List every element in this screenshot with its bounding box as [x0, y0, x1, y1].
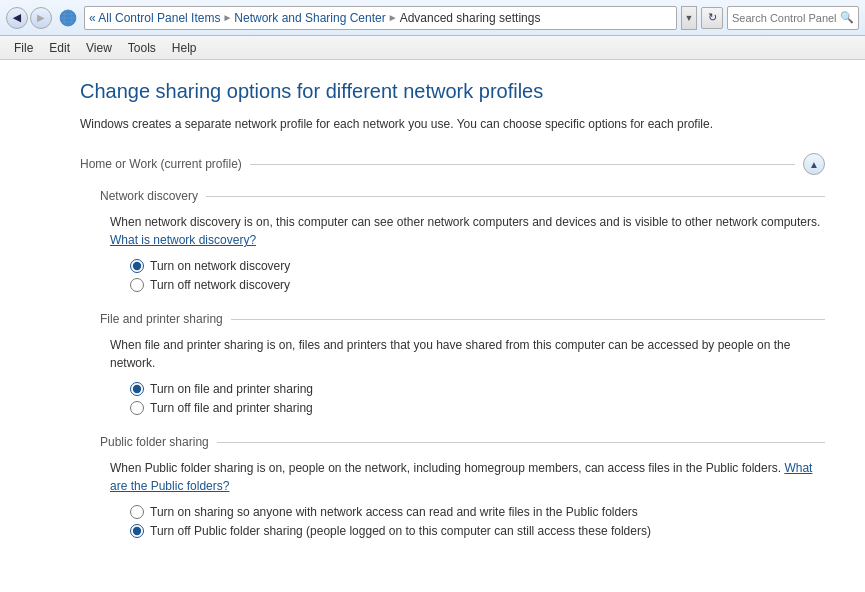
- pfs-off-option[interactable]: Turn off Public folder sharing (people l…: [130, 524, 825, 538]
- fps-off-label: Turn off file and printer sharing: [150, 401, 313, 415]
- public-folder-sharing-header: Public folder sharing: [100, 435, 825, 449]
- public-folder-sharing-title: Public folder sharing: [100, 435, 209, 449]
- globe-icon: [58, 8, 78, 28]
- menu-help[interactable]: Help: [164, 39, 205, 57]
- pfs-on-option[interactable]: Turn on sharing so anyone with network a…: [130, 505, 825, 519]
- back-button[interactable]: ◀: [6, 7, 28, 29]
- network-discovery-title: Network discovery: [100, 189, 198, 203]
- network-discovery-link[interactable]: What is network discovery?: [110, 233, 256, 247]
- menu-tools[interactable]: Tools: [120, 39, 164, 57]
- network-discovery-section: Network discovery When network discovery…: [80, 189, 825, 292]
- menu-file[interactable]: File: [6, 39, 41, 57]
- public-folder-sharing-section: Public folder sharing When Public folder…: [80, 435, 825, 538]
- breadcrumb-current: Advanced sharing settings: [400, 11, 541, 25]
- breadcrumb-all-items[interactable]: « All Control Panel Items: [89, 11, 220, 25]
- page-title: Change sharing options for different net…: [80, 80, 825, 103]
- nd-on-option[interactable]: Turn on network discovery: [130, 259, 825, 273]
- public-folder-sharing-line: [217, 442, 825, 443]
- refresh-button[interactable]: ↻: [701, 7, 723, 29]
- breadcrumb-sep-2: ►: [388, 12, 398, 23]
- search-icon: 🔍: [840, 11, 854, 24]
- network-discovery-header: Network discovery: [100, 189, 825, 203]
- pfs-on-label: Turn on sharing so anyone with network a…: [150, 505, 638, 519]
- page-description: Windows creates a separate network profi…: [80, 115, 825, 133]
- profile-section: Home or Work (current profile) ▲ Network…: [80, 153, 825, 538]
- breadcrumb-sep-1: ►: [222, 12, 232, 23]
- profile-toggle-button[interactable]: ▲: [803, 153, 825, 175]
- forward-button[interactable]: ▶: [30, 7, 52, 29]
- pfs-off-label: Turn off Public folder sharing (people l…: [150, 524, 651, 538]
- profile-line: [250, 164, 795, 165]
- file-printer-sharing-section: File and printer sharing When file and p…: [80, 312, 825, 415]
- breadcrumb-network-sharing[interactable]: Network and Sharing Center: [234, 11, 385, 25]
- nd-off-label: Turn off network discovery: [150, 278, 290, 292]
- fps-on-label: Turn on file and printer sharing: [150, 382, 313, 396]
- search-box: 🔍: [727, 6, 859, 30]
- network-discovery-line: [206, 196, 825, 197]
- file-printer-sharing-options: Turn on file and printer sharing Turn of…: [100, 382, 825, 415]
- main-content: Change sharing options for different net…: [0, 60, 865, 592]
- network-discovery-options: Turn on network discovery Turn off netwo…: [100, 259, 825, 292]
- search-input[interactable]: [732, 12, 837, 24]
- menu-bar: File Edit View Tools Help: [0, 36, 865, 60]
- nav-buttons: ◀ ▶: [6, 7, 52, 29]
- public-folder-sharing-options: Turn on sharing so anyone with network a…: [100, 505, 825, 538]
- nd-on-label: Turn on network discovery: [150, 259, 290, 273]
- pfs-off-radio[interactable]: [130, 524, 144, 538]
- menu-edit[interactable]: Edit: [41, 39, 78, 57]
- public-folder-sharing-desc: When Public folder sharing is on, people…: [100, 459, 825, 495]
- nd-on-radio[interactable]: [130, 259, 144, 273]
- file-printer-sharing-line: [231, 319, 825, 320]
- breadcrumb: « All Control Panel Items ► Network and …: [84, 6, 677, 30]
- profile-title: Home or Work (current profile): [80, 157, 242, 171]
- nd-off-option[interactable]: Turn off network discovery: [130, 278, 825, 292]
- pfs-on-radio[interactable]: [130, 505, 144, 519]
- address-bar: ◀ ▶ « All Control Panel Items ► Network …: [0, 0, 865, 36]
- fps-on-option[interactable]: Turn on file and printer sharing: [130, 382, 825, 396]
- menu-view[interactable]: View: [78, 39, 120, 57]
- fps-on-radio[interactable]: [130, 382, 144, 396]
- file-printer-sharing-desc: When file and printer sharing is on, fil…: [100, 336, 825, 372]
- network-discovery-desc: When network discovery is on, this compu…: [100, 213, 825, 249]
- address-dropdown[interactable]: ▼: [681, 6, 697, 30]
- nd-off-radio[interactable]: [130, 278, 144, 292]
- file-printer-sharing-title: File and printer sharing: [100, 312, 223, 326]
- fps-off-radio[interactable]: [130, 401, 144, 415]
- fps-off-option[interactable]: Turn off file and printer sharing: [130, 401, 825, 415]
- file-printer-sharing-header: File and printer sharing: [100, 312, 825, 326]
- profile-header: Home or Work (current profile) ▲: [80, 153, 825, 175]
